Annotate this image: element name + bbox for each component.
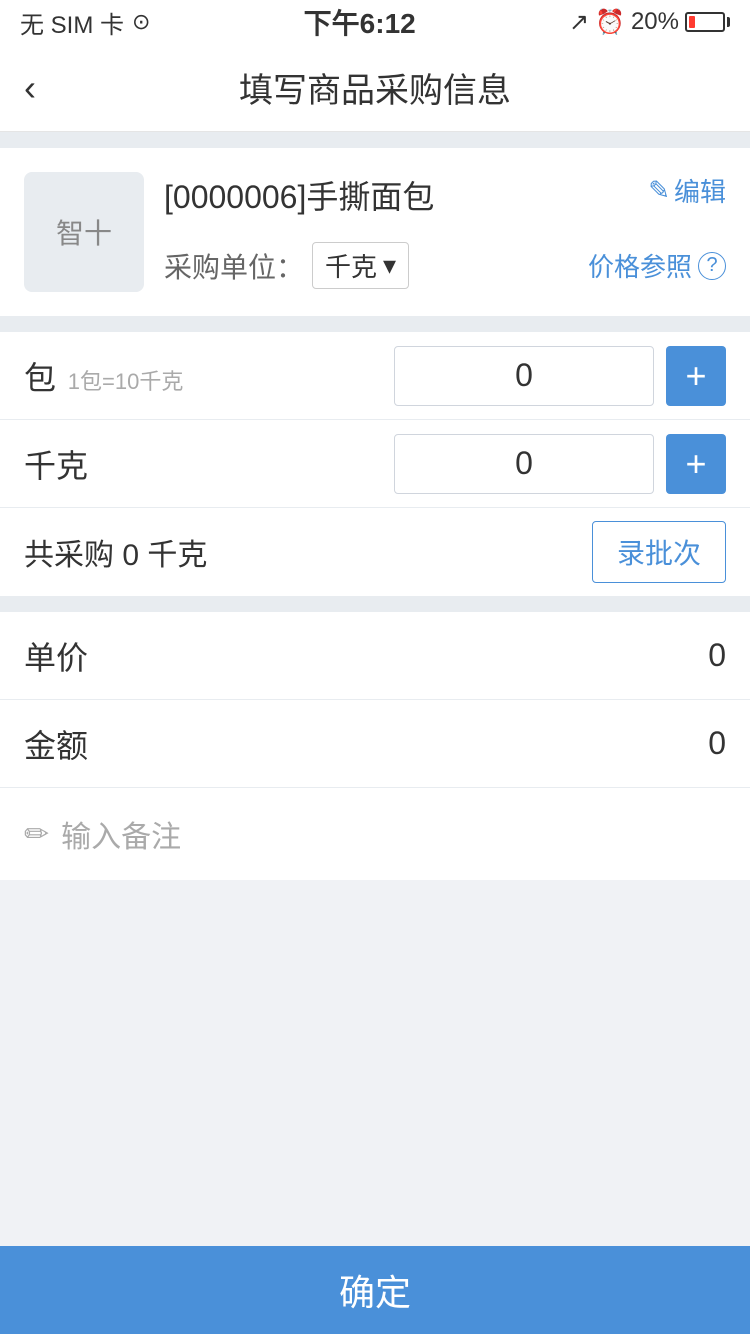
price-ref-help-icon: ? bbox=[698, 252, 726, 280]
bao-main-label: 包 bbox=[24, 360, 56, 396]
status-bar: 无 SIM 卡 ⊙ 下午6:12 ↗ ⏰ 20% bbox=[0, 0, 750, 44]
mid-divider-1 bbox=[0, 316, 750, 332]
price-section: 单价 0 金额 0 bbox=[0, 612, 750, 788]
price-ref-button[interactable]: 价格参照 ? bbox=[588, 247, 726, 284]
status-left: 无 SIM 卡 ⊙ bbox=[20, 5, 150, 40]
product-name: [0000006]手撕面包 bbox=[164, 172, 434, 218]
confirm-button[interactable]: 确定 bbox=[0, 1246, 750, 1334]
summary-text: 共采购 0 千克 bbox=[24, 530, 207, 574]
status-time: 下午6:12 bbox=[304, 2, 416, 42]
unit-select[interactable]: 千克 ▾ bbox=[312, 242, 409, 289]
unit-price-label: 单价 bbox=[24, 633, 88, 679]
kg-label-group: 千克 bbox=[24, 441, 144, 487]
note-placeholder: 输入备注 bbox=[61, 812, 181, 856]
bao-input-right: 0 + bbox=[183, 346, 726, 406]
mid-divider-2 bbox=[0, 596, 750, 612]
amount-value: 0 bbox=[708, 725, 726, 762]
back-button[interactable]: ‹ bbox=[24, 67, 36, 109]
bao-number-input[interactable]: 0 bbox=[394, 346, 654, 406]
bao-label-group: 包 1包=10千克 bbox=[24, 353, 183, 399]
unit-price-row: 单价 0 bbox=[0, 612, 750, 700]
product-header: [0000006]手撕面包 ✎ 编辑 bbox=[164, 172, 726, 218]
wifi-icon: ⊙ bbox=[132, 9, 150, 35]
kg-input-row: 千克 0 + bbox=[0, 420, 750, 508]
alarm-icon: ⏰ bbox=[595, 8, 625, 37]
battery-percent: 20% bbox=[631, 8, 679, 36]
edit-label: 编辑 bbox=[674, 172, 726, 209]
product-image: 智十 bbox=[24, 172, 144, 292]
product-unit-row: 采购单位： 千克 ▾ 价格参照 ? bbox=[164, 242, 726, 289]
bao-sub-label: 1包=10千克 bbox=[68, 369, 184, 394]
kg-input-right: 0 + bbox=[144, 434, 726, 494]
product-logo-text: 智十 bbox=[56, 212, 112, 252]
top-divider bbox=[0, 132, 750, 148]
note-section[interactable]: ✏ 输入备注 bbox=[0, 788, 750, 880]
price-ref-label: 价格参照 bbox=[588, 247, 692, 284]
location-icon: ↗ bbox=[569, 8, 589, 37]
amount-row: 金额 0 bbox=[0, 700, 750, 788]
input-section: 包 1包=10千克 0 + 千克 0 + 共采购 0 千克 录批次 bbox=[0, 332, 750, 596]
bao-plus-button[interactable]: + bbox=[666, 346, 726, 406]
pencil-icon: ✏ bbox=[24, 817, 49, 852]
kg-main-label: 千克 bbox=[24, 448, 88, 484]
unit-prefix: 采购单位： bbox=[164, 246, 304, 286]
no-sim-text: 无 SIM 卡 bbox=[20, 5, 124, 40]
unit-label: 采购单位： 千克 ▾ bbox=[164, 242, 409, 289]
amount-label: 金额 bbox=[24, 721, 88, 767]
main-content: 智十 [0000006]手撕面包 ✎ 编辑 采购单位： 千克 ▾ bbox=[0, 132, 750, 1228]
chevron-down-icon: ▾ bbox=[383, 250, 396, 281]
battery-icon bbox=[685, 12, 730, 32]
unit-price-value: 0 bbox=[708, 637, 726, 674]
bao-input-row: 包 1包=10千克 0 + bbox=[0, 332, 750, 420]
confirm-button-label: 确定 bbox=[339, 1264, 411, 1316]
batch-button[interactable]: 录批次 bbox=[592, 521, 726, 583]
edit-icon: ✎ bbox=[648, 175, 670, 206]
page-title: 填写商品采购信息 bbox=[239, 63, 511, 112]
product-card: 智十 [0000006]手撕面包 ✎ 编辑 采购单位： 千克 ▾ bbox=[0, 148, 750, 316]
product-info: [0000006]手撕面包 ✎ 编辑 采购单位： 千克 ▾ 价格参照 ? bbox=[164, 172, 726, 289]
summary-row: 共采购 0 千克 录批次 bbox=[0, 508, 750, 596]
edit-button[interactable]: ✎ 编辑 bbox=[648, 172, 726, 209]
status-right: ↗ ⏰ 20% bbox=[569, 8, 730, 37]
nav-bar: ‹ 填写商品采购信息 bbox=[0, 44, 750, 132]
empty-area bbox=[0, 880, 750, 1140]
kg-number-input[interactable]: 0 bbox=[394, 434, 654, 494]
kg-plus-button[interactable]: + bbox=[666, 434, 726, 494]
unit-value: 千克 bbox=[325, 247, 377, 284]
